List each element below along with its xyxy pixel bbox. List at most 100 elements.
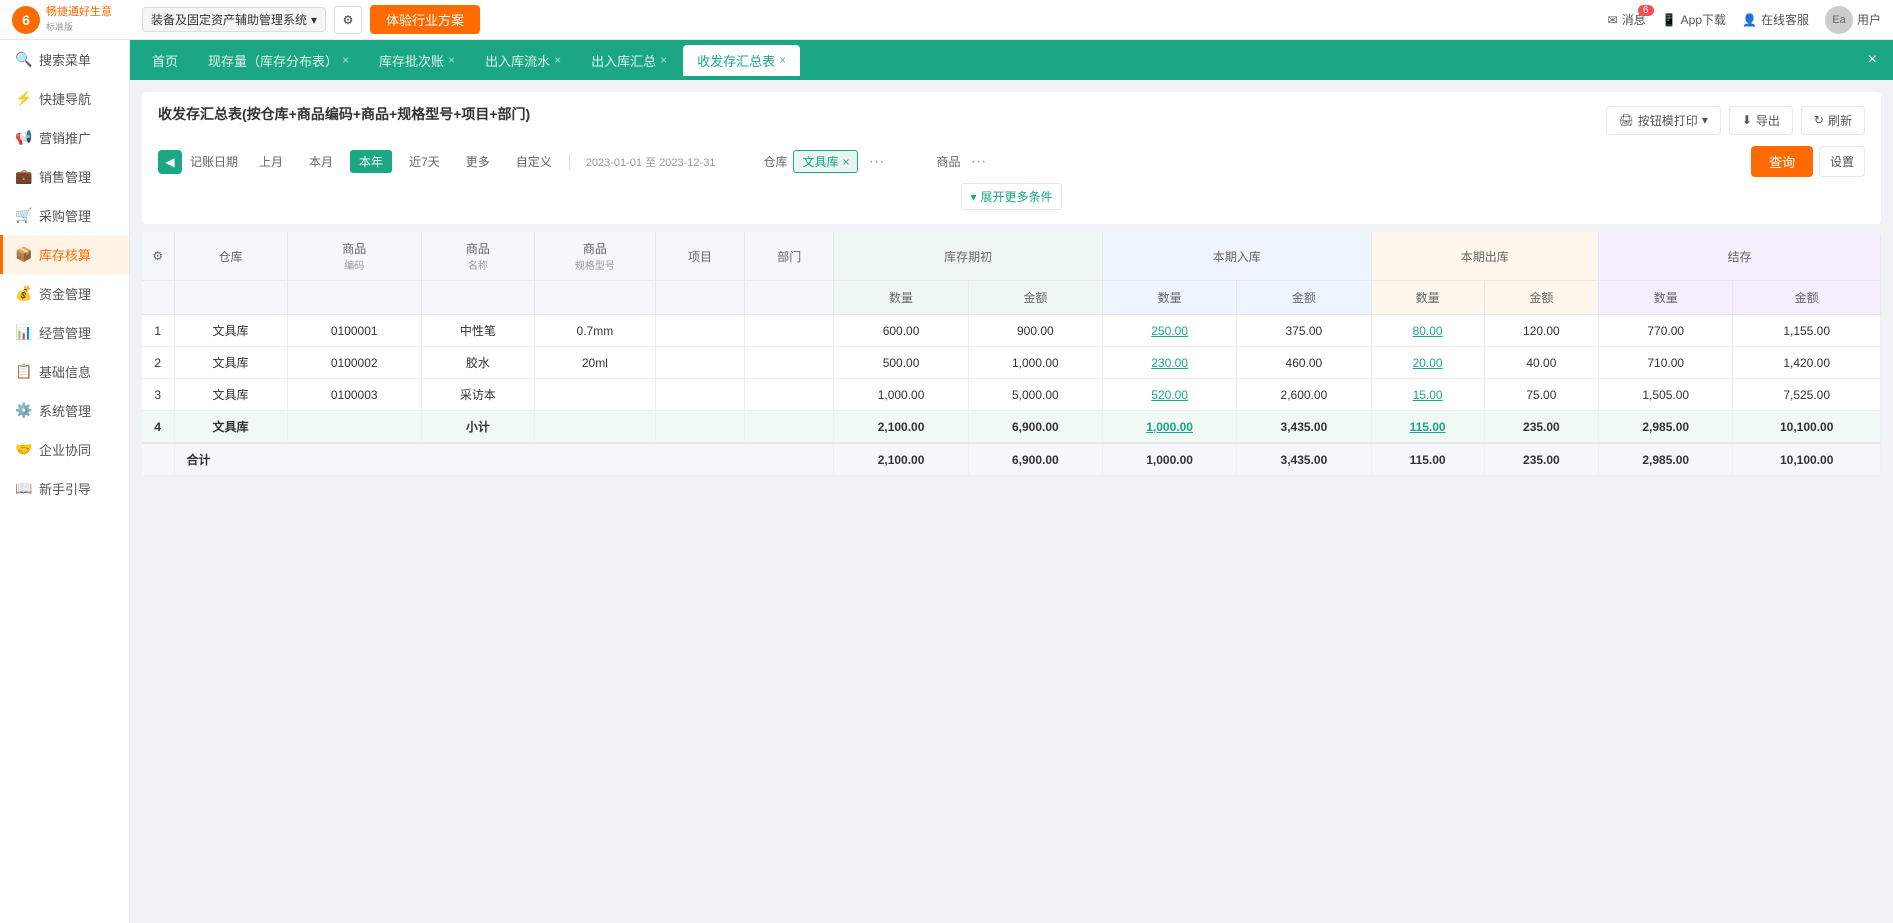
tab-bar-close-button[interactable]: ×	[1860, 51, 1885, 69]
cell-spec	[534, 379, 655, 411]
sidebar-item-quick[interactable]: ⚡ 快捷导航	[0, 79, 129, 118]
message-button[interactable]: ✉ 消息 6	[1608, 11, 1646, 28]
tab-inout-summary[interactable]: 出入库汇总 ×	[577, 45, 681, 76]
phone-icon: 📱	[1662, 13, 1677, 27]
cell-name: 小计	[421, 411, 534, 444]
th-spec: 商品规格型号	[534, 232, 655, 281]
warehouse-tag-close[interactable]: ×	[842, 155, 849, 169]
tab-label: 收发存汇总表	[697, 51, 775, 70]
cell-no: 3	[142, 379, 174, 411]
cell-code: 0100003	[287, 379, 421, 411]
query-button[interactable]: 查询	[1751, 146, 1813, 177]
print-button[interactable]: 🖨 按钮模打印 ▾	[1606, 106, 1721, 135]
dropdown-arrow-icon: ▾	[311, 13, 317, 27]
cell-in-amt: 460.00	[1237, 347, 1371, 379]
online-service-button[interactable]: 👤 在线客服	[1742, 11, 1809, 28]
th-product-code: 商品编码	[287, 232, 421, 281]
sidebar-item-enterprise[interactable]: 🤝 企业协同	[0, 430, 129, 469]
cell-project	[655, 347, 744, 379]
th-open-qty: 数量	[834, 281, 968, 315]
sidebar-item-guide[interactable]: 📖 新手引导	[0, 469, 129, 508]
cell-out-qty[interactable]: 15.00	[1371, 379, 1484, 411]
system-name: 装备及固定资产辅助管理系统	[151, 11, 307, 28]
experience-button[interactable]: 体验行业方案	[370, 5, 480, 34]
tab-close-icon[interactable]: ×	[660, 53, 667, 67]
tab-batch[interactable]: 库存批次账 ×	[365, 45, 469, 76]
sidebar-item-search[interactable]: 🔍 搜索菜单	[0, 40, 129, 79]
content-area: 首页 现存量（库存分布表） × 库存批次账 × 出入库流水 × 出入库汇总 ×	[130, 40, 1893, 923]
data-table: ⚙ 仓库 商品编码 商品名称 商品规格型号 项目 部门 库存期初 本期入库 本期…	[142, 232, 1881, 476]
tab-close-icon[interactable]: ×	[342, 53, 349, 67]
sidebar-item-basic[interactable]: 📋 基础信息	[0, 352, 129, 391]
cell-name: 胶水	[421, 347, 534, 379]
cell-project	[655, 379, 744, 411]
footer-open-qty: 2,100.00	[834, 443, 968, 476]
search-icon: 🔍	[15, 51, 33, 68]
megaphone-icon: 📢	[15, 129, 33, 146]
filter-toggle-button[interactable]: ◀	[158, 150, 182, 174]
tab-close-icon[interactable]: ×	[448, 53, 455, 67]
cell-in-qty[interactable]: 250.00	[1102, 315, 1236, 347]
cell-in-qty[interactable]: 230.00	[1102, 347, 1236, 379]
warehouse-more-dots[interactable]: ···	[864, 153, 888, 171]
gear-button[interactable]: ⚙	[334, 6, 362, 34]
date-btn-this-month[interactable]: 本月	[300, 150, 342, 173]
tab-inventory-dist[interactable]: 现存量（库存分布表） ×	[194, 45, 363, 76]
cell-name: 中性笔	[421, 315, 534, 347]
user-name: 用户	[1857, 11, 1881, 28]
refresh-button[interactable]: ↻ 刷新	[1801, 106, 1865, 135]
cell-name: 采访本	[421, 379, 534, 411]
cell-project	[655, 315, 744, 347]
tab-label: 出入库流水	[485, 51, 550, 70]
warehouse-tag[interactable]: 文具库 ×	[793, 150, 858, 173]
cell-out-qty[interactable]: 115.00	[1371, 411, 1484, 444]
cell-out-qty[interactable]: 80.00	[1371, 315, 1484, 347]
cell-open-qty: 2,100.00	[834, 411, 968, 444]
sidebar-item-inventory[interactable]: 📦 库存核算	[0, 235, 129, 274]
cell-in-qty[interactable]: 520.00	[1102, 379, 1236, 411]
tab-recv-send[interactable]: 收发存汇总表 ×	[683, 45, 800, 76]
sidebar-item-operations[interactable]: 📊 经营管理	[0, 313, 129, 352]
user-menu[interactable]: Ea 用户	[1825, 6, 1881, 34]
th-out-amt: 金额	[1484, 281, 1598, 315]
cell-code: 0100001	[287, 315, 421, 347]
date-btn-custom[interactable]: 自定义	[507, 150, 561, 173]
cell-bal-qty: 2,985.00	[1599, 411, 1733, 444]
settings-button[interactable]: 设置	[1819, 146, 1865, 177]
date-btn-last-month[interactable]: 上月	[250, 150, 292, 173]
logo-text: 畅捷通好生意 标准版	[46, 6, 112, 32]
divider	[569, 154, 570, 170]
footer-in-qty: 1,000.00	[1102, 443, 1236, 476]
th-settings[interactable]: ⚙	[142, 232, 174, 281]
th-dept-2	[745, 281, 834, 315]
table-row: 4文具库小计2,100.006,900.001,000.003,435.0011…	[142, 411, 1881, 444]
date-btn-more[interactable]: 更多	[457, 150, 499, 173]
print-icon: 🖨	[1619, 113, 1634, 127]
tab-close-icon[interactable]: ×	[779, 53, 786, 67]
export-button[interactable]: ⬇ 导出	[1729, 106, 1793, 135]
tab-close-icon[interactable]: ×	[554, 53, 561, 67]
table-row: 2文具库0100002胶水20ml500.001,000.00230.00460…	[142, 347, 1881, 379]
sidebar-item-marketing[interactable]: 📢 营销推广	[0, 118, 129, 157]
footer-empty1	[142, 443, 174, 476]
cell-in-amt: 375.00	[1237, 315, 1371, 347]
goods-more-dots[interactable]: ···	[966, 153, 990, 171]
tab-home[interactable]: 首页	[138, 45, 192, 76]
cell-in-qty[interactable]: 1,000.00	[1102, 411, 1236, 444]
footer-in-amt: 3,435.00	[1237, 443, 1371, 476]
sidebar-item-finance[interactable]: 💰 资金管理	[0, 274, 129, 313]
app-download-button[interactable]: 📱 App下载	[1662, 11, 1726, 28]
date-btn-7days[interactable]: 近7天	[400, 150, 449, 173]
th-product-name: 商品名称	[421, 232, 534, 281]
sidebar-item-purchase[interactable]: 🛒 采购管理	[0, 196, 129, 235]
cell-out-qty[interactable]: 20.00	[1371, 347, 1484, 379]
footer-out-qty: 115.00	[1371, 443, 1484, 476]
sidebar-item-sales[interactable]: 💼 销售管理	[0, 157, 129, 196]
date-btn-this-year[interactable]: 本年	[350, 150, 392, 173]
sidebar-item-label: 资金管理	[39, 284, 91, 303]
tab-inout-flow[interactable]: 出入库流水 ×	[471, 45, 575, 76]
gear2-icon: ⚙️	[15, 402, 33, 419]
expand-conditions-button[interactable]: ▾ 展开更多条件	[961, 183, 1061, 210]
system-selector[interactable]: 装备及固定资产辅助管理系统 ▾	[142, 7, 326, 32]
sidebar-item-system[interactable]: ⚙️ 系统管理	[0, 391, 129, 430]
